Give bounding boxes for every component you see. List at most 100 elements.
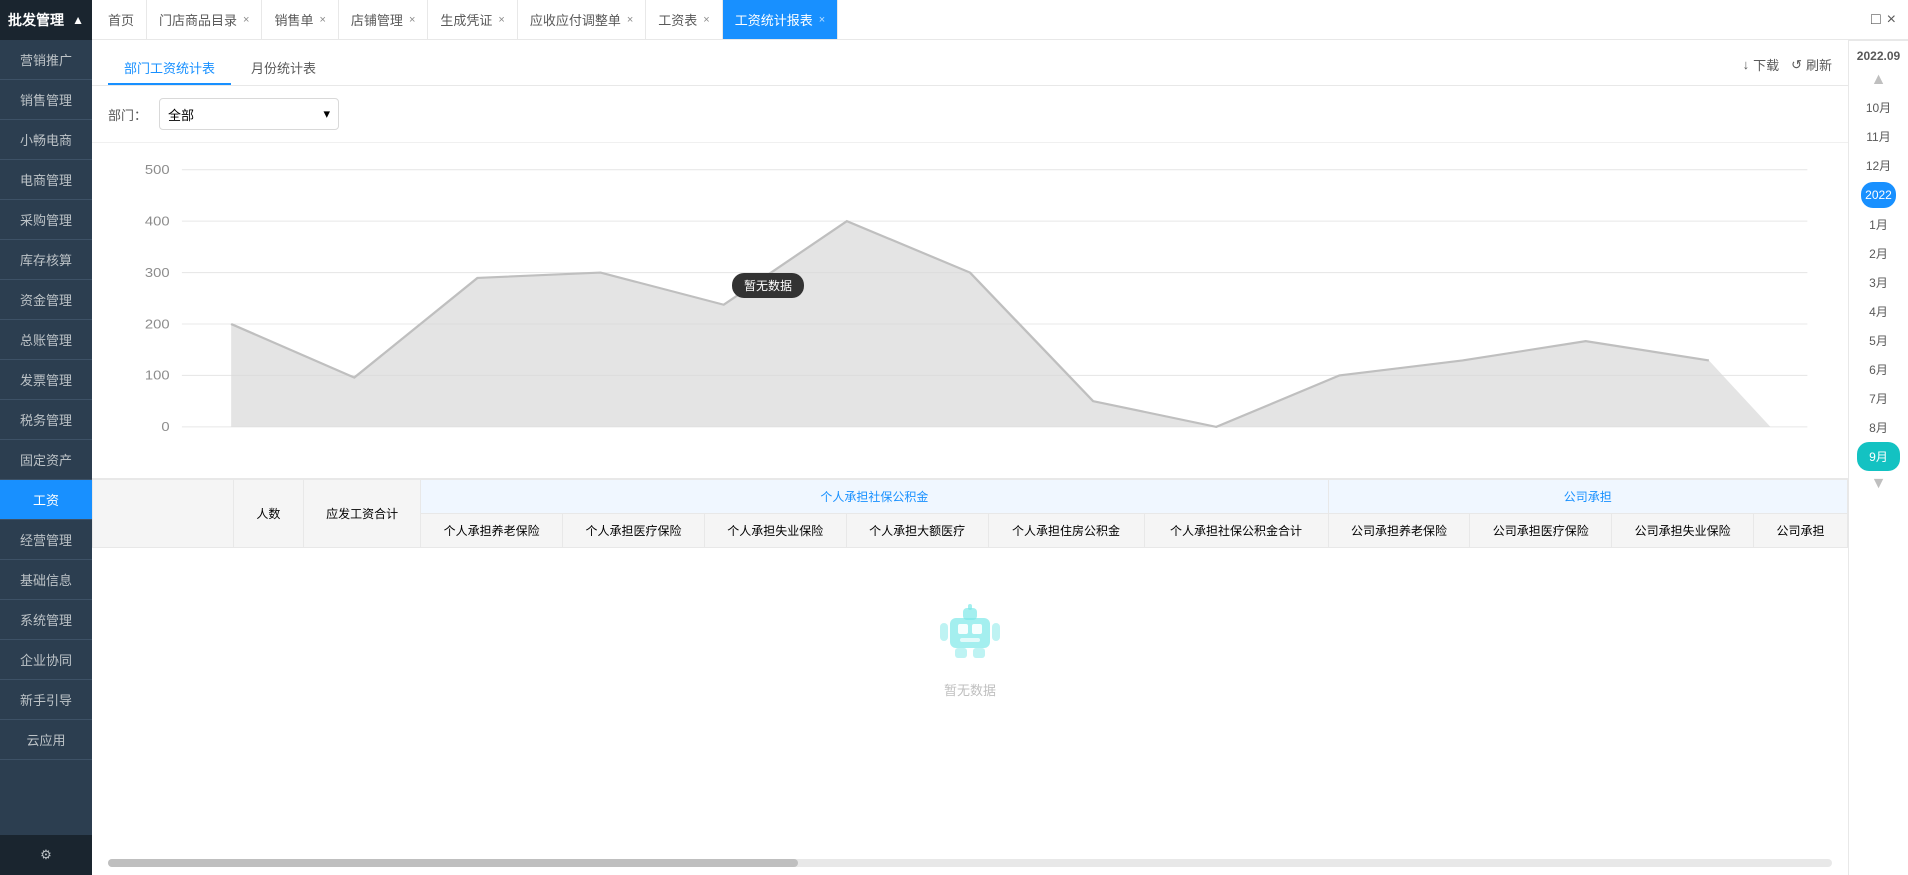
timeline-month-8月[interactable]: 8月 <box>1857 413 1900 442</box>
sidebar-item-基础信息[interactable]: 基础信息 <box>0 560 92 600</box>
table-container[interactable]: 人数 应发工资合计 个人承担社保公积金 公司承担 个人承担养老保险 个人承担医疗… <box>92 478 1848 859</box>
timeline-month-12月[interactable]: 12月 <box>1857 151 1900 180</box>
timeline-month-11月[interactable]: 11月 <box>1857 122 1900 151</box>
sidebar-item-销售管理[interactable]: 销售管理 <box>0 80 92 120</box>
tab-close-icon[interactable]: × <box>819 14 825 26</box>
department-select[interactable]: 全部 ▾ <box>159 98 339 130</box>
sidebar-item-经营管理[interactable]: 经营管理 <box>0 520 92 560</box>
tab-销售单[interactable]: 销售单× <box>262 0 338 40</box>
horizontal-scrollbar[interactable] <box>108 859 1832 867</box>
tab-工资统计报表[interactable]: 工资统计报表× <box>723 0 838 40</box>
th-personal-medical: 个人承担医疗保险 <box>563 514 705 548</box>
tab-生成凭证[interactable]: 生成凭证× <box>428 0 517 40</box>
settings-icon: ⚙ <box>40 847 52 862</box>
sidebar-item-企业协同[interactable]: 企业协同 <box>0 640 92 680</box>
sidebar-item-采购管理[interactable]: 采购管理 <box>0 200 92 240</box>
th-headcount: 人数 <box>233 480 303 548</box>
main-area: 首页门店商品目录×销售单×店铺管理×生成凭证×应收应付调整单×工资表×工资统计报… <box>92 0 1908 875</box>
tab-close-icon[interactable]: × <box>243 14 249 26</box>
sidebar-item-库存核算[interactable]: 库存核算 <box>0 240 92 280</box>
empty-state: 暂无数据 <box>93 548 1848 739</box>
th-personal-total: 个人承担社保公积金合计 <box>1144 514 1328 548</box>
sidebar-item-云应用[interactable]: 云应用 <box>0 720 92 760</box>
th-personal-bigmedical: 个人承担大额医疗 <box>846 514 988 548</box>
tab-bar: 首页门店商品目录×销售单×店铺管理×生成凭证×应收应付调整单×工资表×工资统计报… <box>92 0 1908 40</box>
sidebar-item-系统管理[interactable]: 系统管理 <box>0 600 92 640</box>
content-area: 部门工资统计表 月份统计表 ↓ 下载 ↺ 刷新 部门： <box>92 40 1908 875</box>
tab-close-icon[interactable]: × <box>319 14 325 26</box>
tab-close-all-icon[interactable]: × <box>1887 11 1896 29</box>
timeline-panel: 2022.09 ▲ 10月11月12月20221月2月3月4月5月6月7月8月9… <box>1848 40 1908 875</box>
tab-应收应付调整单[interactable]: 应收应付调整单× <box>518 0 646 40</box>
data-table: 人数 应发工资合计 个人承担社保公积金 公司承担 个人承担养老保险 个人承担医疗… <box>92 479 1848 739</box>
sidebar-item-小畅电商[interactable]: 小畅电商 <box>0 120 92 160</box>
th-company-other: 公司承担 <box>1754 514 1848 548</box>
timeline-month-1月[interactable]: 1月 <box>1857 210 1900 239</box>
sidebar: 批发管理 ▲ 营销推广销售管理小畅电商电商管理采购管理库存核算资金管理总账管理发… <box>0 0 92 875</box>
sidebar-item-新手引导[interactable]: 新手引导 <box>0 680 92 720</box>
timeline-down-arrow[interactable]: ▼ <box>1867 471 1891 497</box>
tab-close-icon[interactable]: × <box>703 14 709 26</box>
th-company-group: 公司承担 <box>1328 480 1847 514</box>
svg-text:0: 0 <box>161 419 170 434</box>
timeline-date: 2022.09 <box>1849 40 1908 67</box>
filter-bar: 部门： 全部 ▾ <box>92 86 1848 143</box>
timeline-month-9月[interactable]: 9月 <box>1857 442 1900 471</box>
download-label: 下载 <box>1753 55 1779 74</box>
chart-area: 500 400 300 200 100 0 暂无数据 <box>92 143 1848 478</box>
sidebar-item-营销推广[interactable]: 营销推广 <box>0 40 92 80</box>
th-personal-group: 个人承担社保公积金 <box>421 480 1328 514</box>
th-total-wage: 应发工资合计 <box>303 480 420 548</box>
sidebar-item-电商管理[interactable]: 电商管理 <box>0 160 92 200</box>
scrollbar-thumb[interactable] <box>108 859 798 867</box>
th-department <box>93 480 234 548</box>
sidebar-item-税务管理[interactable]: 税务管理 <box>0 400 92 440</box>
sidebar-item-发票管理[interactable]: 发票管理 <box>0 360 92 400</box>
department-filter-label: 部门： <box>108 105 147 124</box>
sidebar-item-资金管理[interactable]: 资金管理 <box>0 280 92 320</box>
tab-close-icon[interactable]: × <box>627 14 633 26</box>
svg-text:500: 500 <box>145 162 170 177</box>
timeline-month-6月[interactable]: 6月 <box>1857 355 1900 384</box>
sidebar-item-工资[interactable]: 工资 <box>0 480 92 520</box>
timeline-year-2022[interactable]: 2022 <box>1861 182 1896 208</box>
refresh-btn[interactable]: ↺ 刷新 <box>1791 55 1832 74</box>
sub-tabs-right: ↓ 下载 ↺ 刷新 <box>1743 55 1832 82</box>
timeline-month-4月[interactable]: 4月 <box>1857 297 1900 326</box>
timeline-month-5月[interactable]: 5月 <box>1857 326 1900 355</box>
sidebar-toggle-icon[interactable]: ▲ <box>72 13 84 27</box>
tab-close-icon[interactable]: × <box>498 14 504 26</box>
department-select-value: 全部 <box>168 105 194 124</box>
th-company-medical: 公司承担医疗保险 <box>1470 514 1612 548</box>
svg-text:100: 100 <box>145 368 170 383</box>
timeline-up-arrow[interactable]: ▲ <box>1867 67 1891 93</box>
timeline-month-7月[interactable]: 7月 <box>1857 384 1900 413</box>
tab-工资表[interactable]: 工资表× <box>646 0 722 40</box>
tab-close-icon[interactable]: × <box>409 14 415 26</box>
download-icon: ↓ <box>1743 57 1750 72</box>
timeline-month-10月[interactable]: 10月 <box>1857 93 1900 122</box>
timeline-month-3月[interactable]: 3月 <box>1857 268 1900 297</box>
tab-店铺管理[interactable]: 店铺管理× <box>339 0 428 40</box>
empty-robot-icon <box>930 588 1010 668</box>
sub-tab-monthly[interactable]: 月份统计表 <box>235 52 332 85</box>
sub-tabs: 部门工资统计表 月份统计表 ↓ 下载 ↺ 刷新 <box>92 40 1848 86</box>
tab-restore-icon[interactable]: □ <box>1871 11 1881 29</box>
tab-首页[interactable]: 首页 <box>96 0 147 40</box>
th-personal-housing: 个人承担住房公积金 <box>988 514 1144 548</box>
refresh-label: 刷新 <box>1806 55 1832 74</box>
chart-svg: 500 400 300 200 100 0 <box>108 159 1832 459</box>
timeline-months: 10月11月12月20221月2月3月4月5月6月7月8月9月 <box>1857 93 1900 471</box>
sidebar-item-总账管理[interactable]: 总账管理 <box>0 320 92 360</box>
sidebar-item-固定资产[interactable]: 固定资产 <box>0 440 92 480</box>
main-panel: 部门工资统计表 月份统计表 ↓ 下载 ↺ 刷新 部门： <box>92 40 1848 875</box>
download-btn[interactable]: ↓ 下载 <box>1743 55 1780 74</box>
svg-text:200: 200 <box>145 316 170 331</box>
sidebar-settings[interactable]: ⚙ <box>0 835 92 875</box>
tab-门店商品目录[interactable]: 门店商品目录× <box>147 0 262 40</box>
th-personal-pension: 个人承担养老保险 <box>421 514 563 548</box>
timeline-month-2月[interactable]: 2月 <box>1857 239 1900 268</box>
th-company-unemployment: 公司承担失业保险 <box>1612 514 1754 548</box>
sub-tab-department[interactable]: 部门工资统计表 <box>108 52 231 85</box>
sidebar-items: 营销推广销售管理小畅电商电商管理采购管理库存核算资金管理总账管理发票管理税务管理… <box>0 40 92 760</box>
